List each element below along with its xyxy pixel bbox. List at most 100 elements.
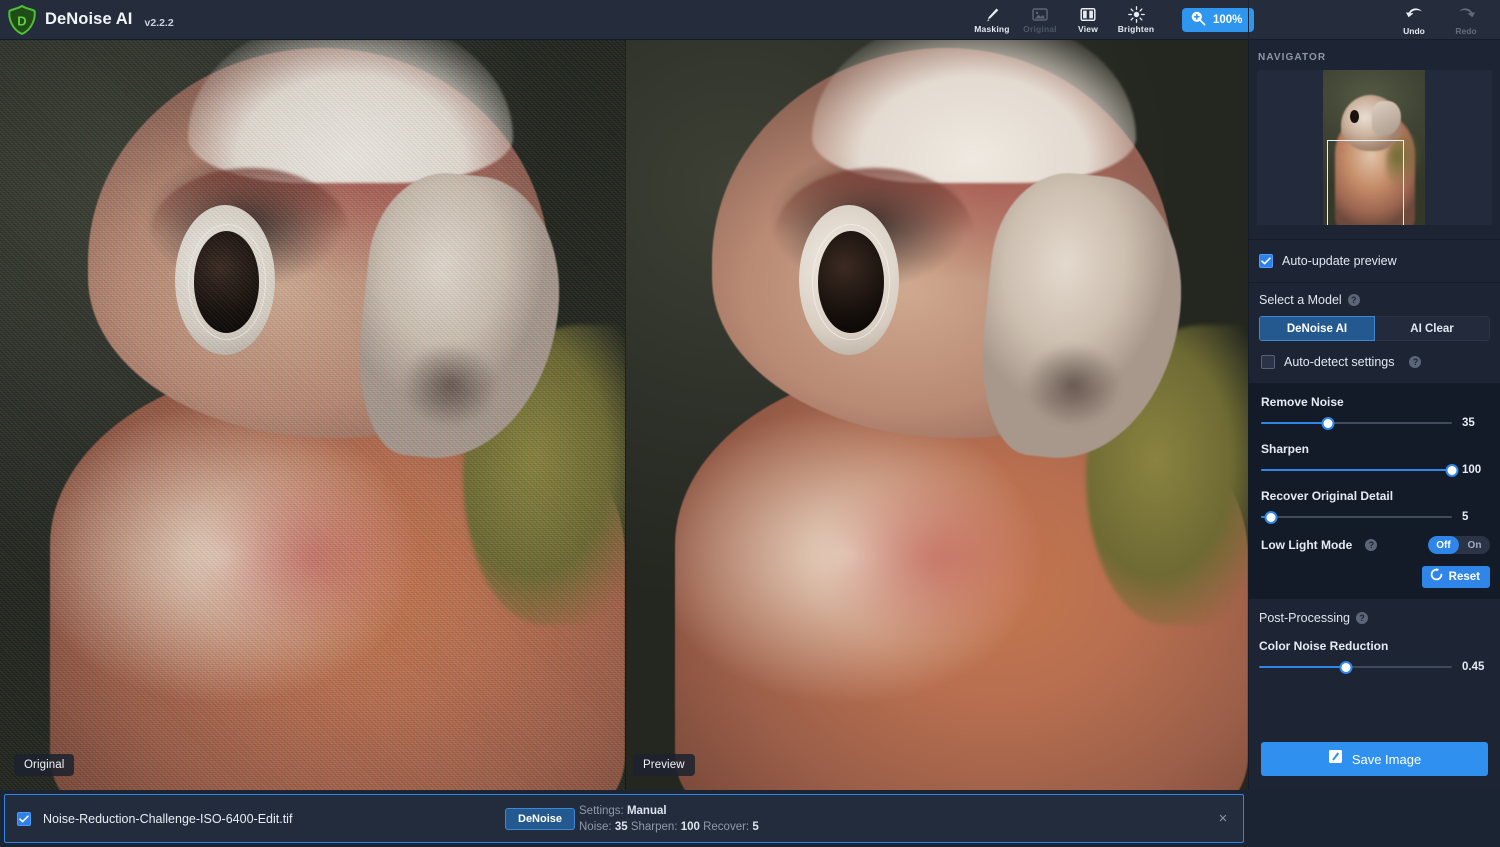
app-version: v2.2.2 xyxy=(144,16,174,29)
undo-arrow-icon xyxy=(1405,4,1424,25)
auto-detect-help-icon[interactable]: ? xyxy=(1409,356,1422,368)
preview-photo xyxy=(625,40,1248,790)
remove-noise-label: Remove Noise xyxy=(1261,395,1344,409)
recover-detail-slider[interactable] xyxy=(1261,510,1452,524)
post-processing-header: Post-Processing ? xyxy=(1259,611,1490,625)
tool-brighten[interactable]: Brighten xyxy=(1112,0,1160,40)
auto-update-preview-checkbox[interactable] xyxy=(1259,254,1273,268)
recover-key: Recover: xyxy=(703,821,750,833)
sharpen-group: Sharpen 100 xyxy=(1261,442,1490,477)
preview-pane[interactable]: Preview xyxy=(625,40,1248,790)
sharpen-label: Sharpen xyxy=(1261,442,1310,456)
image-icon xyxy=(1032,6,1048,23)
filmstrip-item-checkbox[interactable] xyxy=(17,811,31,826)
reset-row: Reset xyxy=(1261,566,1490,588)
save-icon xyxy=(1328,749,1343,769)
original-pane[interactable]: Original xyxy=(0,40,625,790)
auto-update-preview-label: Auto-update preview xyxy=(1282,254,1397,268)
filmstrip-filename: Noise-Reduction-Challenge-ISO-6400-Edit.… xyxy=(43,811,293,826)
remove-noise-value: 35 xyxy=(1462,417,1475,429)
brush-icon xyxy=(984,6,1000,23)
auto-update-preview-row[interactable]: Auto-update preview xyxy=(1249,240,1500,282)
model-option-ai-clear[interactable]: AI Clear xyxy=(1375,316,1490,341)
low-light-mode-label: Low Light Mode xyxy=(1261,538,1353,552)
sharpen-key: Sharpen: xyxy=(630,821,678,833)
sun-icon xyxy=(1127,6,1145,23)
auto-detect-settings-row[interactable]: Auto-detect settings ? xyxy=(1249,341,1500,383)
remove-noise-slider[interactable] xyxy=(1261,416,1452,430)
settings-mode-key: Settings: xyxy=(579,805,624,817)
post-processing-help-icon[interactable]: ? xyxy=(1356,612,1369,624)
recover-detail-row: 5 xyxy=(1261,510,1490,524)
tool-original[interactable]: Original xyxy=(1016,0,1064,40)
panel-spacer xyxy=(1249,686,1500,732)
noise-key: Noise: xyxy=(579,821,612,833)
redo-label: Redo xyxy=(1455,26,1477,36)
select-model-label: Select a Model xyxy=(1259,293,1342,307)
zoom-level-button[interactable]: 100% xyxy=(1182,8,1255,32)
image-canvas[interactable]: Original Preview xyxy=(0,40,1248,790)
denoise-button-label: DeNoise xyxy=(518,813,563,825)
app-logo-icon: D xyxy=(8,4,36,35)
sharpen-slider[interactable] xyxy=(1261,463,1459,477)
select-model-header: Select a Model ? xyxy=(1259,293,1490,307)
zoom-level-label: 100% xyxy=(1213,14,1243,26)
model-segmented-control: DeNoise AI AI Clear xyxy=(1259,316,1490,341)
tool-original-label: Original xyxy=(1023,24,1057,34)
color-noise-reduction-row: 0.45 xyxy=(1259,660,1490,674)
tool-masking-label: Masking xyxy=(974,24,1010,34)
low-light-on-option[interactable]: On xyxy=(1459,536,1490,554)
redo-button[interactable]: Redo xyxy=(1440,0,1492,40)
navigator-viewport-rect[interactable] xyxy=(1327,140,1404,225)
noise-value: 35 xyxy=(614,821,628,833)
settings-mode-value: Manual xyxy=(626,805,667,817)
recover-detail-group: Recover Original Detail 5 xyxy=(1261,489,1490,524)
low-light-off-option[interactable]: Off xyxy=(1428,536,1459,554)
original-photo xyxy=(0,40,625,790)
low-light-mode-toggle[interactable]: Off On xyxy=(1428,536,1490,554)
undo-redo-group: Undo Redo xyxy=(1388,0,1492,40)
auto-detect-settings-label: Auto-detect settings xyxy=(1284,355,1395,369)
tool-brighten-label: Brighten xyxy=(1117,24,1155,34)
pane-split-divider[interactable] xyxy=(625,40,626,790)
remove-noise-group: Remove Noise 35 xyxy=(1261,395,1490,430)
save-image-label: Save Image xyxy=(1351,751,1422,767)
sharpen-value: 100 xyxy=(680,821,700,833)
auto-detect-settings-checkbox[interactable] xyxy=(1261,355,1275,369)
save-section: Save Image xyxy=(1249,732,1500,790)
settings-params-line: Noise: 35 Sharpen: 100 Recover: 5 xyxy=(579,819,759,835)
original-badge: Original xyxy=(14,754,75,776)
recover-value: 5 xyxy=(752,821,759,833)
color-noise-reduction-slider[interactable] xyxy=(1259,660,1452,674)
toolbar-divider xyxy=(1248,0,1249,40)
tool-view[interactable]: View xyxy=(1064,0,1112,40)
redo-arrow-icon xyxy=(1457,4,1476,25)
reset-button[interactable]: Reset xyxy=(1421,566,1490,588)
sharpen-row: 100 xyxy=(1261,463,1490,477)
remove-noise-row: 35 xyxy=(1261,416,1490,430)
recover-detail-label: Recover Original Detail xyxy=(1261,489,1394,503)
filmstrip-item[interactable]: Noise-Reduction-Challenge-ISO-6400-Edit.… xyxy=(4,794,1244,843)
tool-masking[interactable]: Masking xyxy=(968,0,1016,40)
close-icon[interactable]: × xyxy=(1215,811,1231,827)
svg-text:D: D xyxy=(17,13,26,28)
model-option-denoise-ai[interactable]: DeNoise AI xyxy=(1259,316,1375,341)
reset-label: Reset xyxy=(1448,571,1480,583)
post-processing-section: Post-Processing ? Color Noise Reduction … xyxy=(1249,599,1500,686)
low-light-mode-row: Low Light Mode ? Off On xyxy=(1261,536,1490,554)
navigator-preview[interactable] xyxy=(1257,70,1492,225)
preview-badge: Preview xyxy=(633,754,695,776)
tool-view-label: View xyxy=(1077,24,1099,34)
app-title: DeNoise AI xyxy=(45,10,133,28)
select-model-help-icon[interactable]: ? xyxy=(1347,294,1360,306)
toolbar-tools: Masking Original View Brighten 100% xyxy=(968,0,1255,40)
denoise-ai-window: D DeNoise AI v2.2.2 Masking Original Vie… xyxy=(0,0,1500,847)
zoom-in-icon xyxy=(1190,10,1206,31)
undo-button[interactable]: Undo xyxy=(1388,0,1440,40)
post-processing-label: Post-Processing xyxy=(1259,611,1351,625)
save-image-button[interactable]: Save Image xyxy=(1261,742,1488,776)
denoise-button[interactable]: DeNoise xyxy=(505,808,576,830)
denoise-parameters: Remove Noise 35 Sharpen 100 Recover Orig… xyxy=(1249,383,1500,598)
low-light-mode-help-icon[interactable]: ? xyxy=(1365,539,1378,551)
settings-mode-line: Settings: Manual xyxy=(579,803,759,819)
